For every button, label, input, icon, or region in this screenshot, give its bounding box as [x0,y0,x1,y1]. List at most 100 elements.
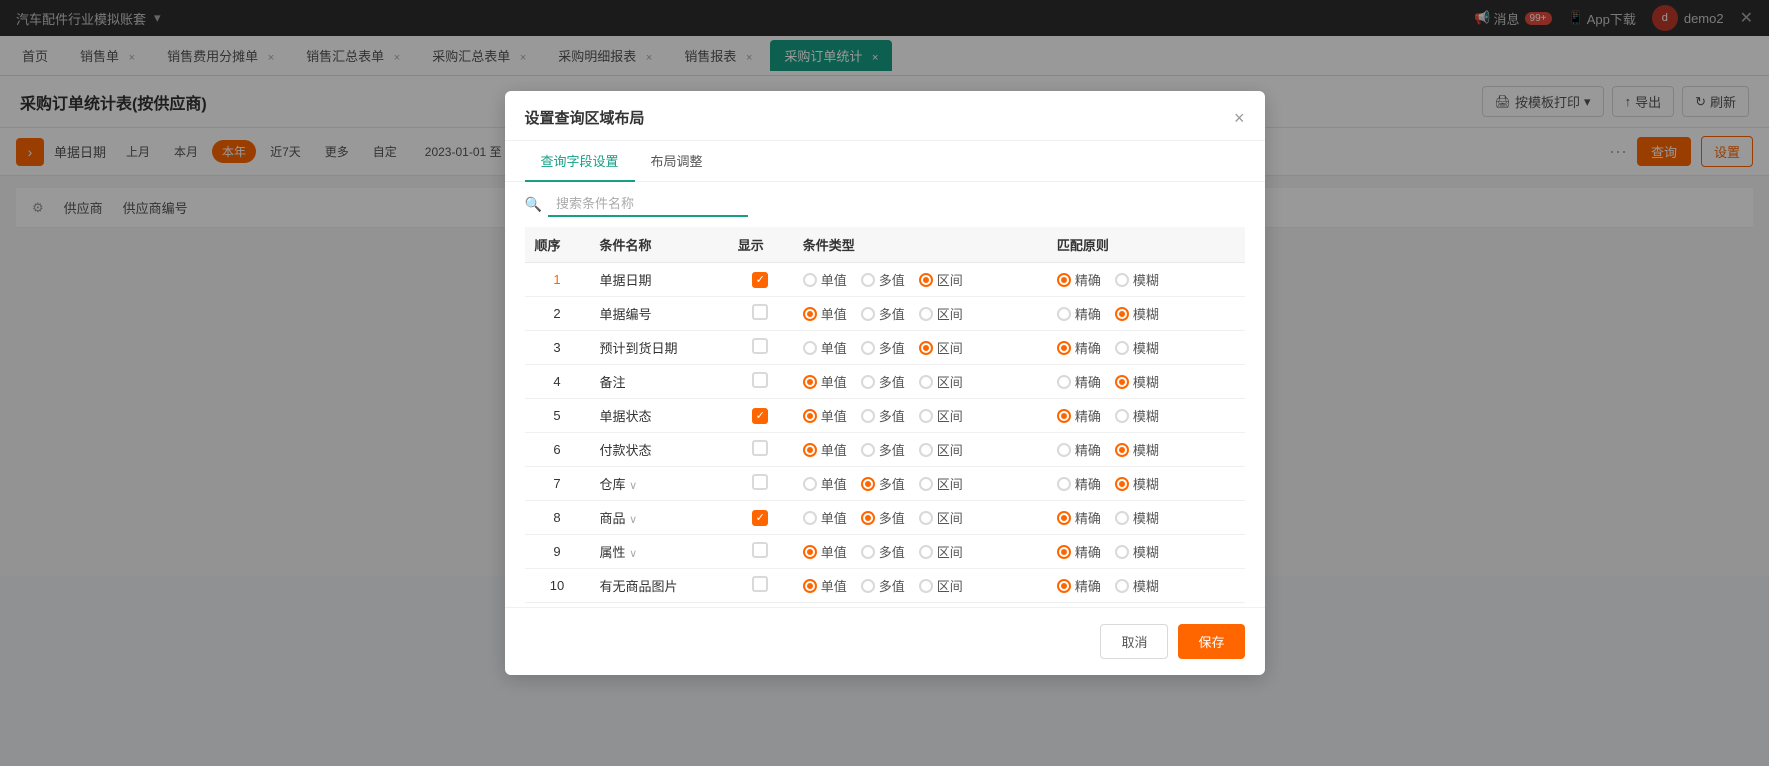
type-option-单值[interactable]: 单值 [803,406,847,425]
type-option-单值[interactable]: 单值 [803,508,847,527]
display-checkbox[interactable] [752,338,768,354]
type-option-区间[interactable]: 区间 [919,304,963,323]
cell-match[interactable]: 精确模糊 [1047,331,1245,365]
match-option-模糊[interactable]: 模糊 [1115,474,1159,493]
match-option-精确[interactable]: 精确 [1057,576,1101,595]
cell-type[interactable]: 单值多值区间 [793,399,1047,433]
type-option-单值[interactable]: 单值 [803,542,847,561]
cell-match[interactable]: 精确模糊 [1047,569,1245,603]
cell-match[interactable]: 精确模糊 [1047,399,1245,433]
cancel-button[interactable]: 取消 [1100,624,1168,659]
type-option-单值[interactable]: 单值 [803,474,847,493]
cell-match[interactable]: 精确模糊 [1047,433,1245,467]
type-option-区间[interactable]: 区间 [919,406,963,425]
type-option-多值[interactable]: 多值 [861,338,905,357]
match-option-模糊[interactable]: 模糊 [1115,508,1159,527]
cell-type[interactable]: 单值多值区间 [793,433,1047,467]
display-checkbox[interactable] [752,576,768,592]
match-option-精确[interactable]: 精确 [1057,372,1101,391]
type-option-区间[interactable]: 区间 [919,508,963,527]
cell-type[interactable]: 单值多值区间 [793,263,1047,297]
cell-type[interactable]: 单值多值区间 [793,569,1047,603]
cell-type[interactable]: 单值多值区间 [793,331,1047,365]
dialog-tab-layout-adjust[interactable]: 布局调整 [635,141,719,182]
type-option-多值[interactable]: 多值 [861,508,905,527]
match-option-精确[interactable]: 精确 [1057,304,1101,323]
match-option-模糊[interactable]: 模糊 [1115,576,1159,595]
match-option-模糊[interactable]: 模糊 [1115,304,1159,323]
cell-match[interactable]: 精确模糊 [1047,501,1245,535]
cell-type[interactable]: 单值多值区间 [793,467,1047,501]
type-option-多值[interactable]: 多值 [861,270,905,289]
type-option-多值[interactable]: 多值 [861,542,905,561]
dialog-tab-field-settings[interactable]: 查询字段设置 [525,141,635,182]
display-checkbox[interactable] [752,304,768,320]
type-option-多值[interactable]: 多值 [861,304,905,323]
type-option-单值[interactable]: 单值 [803,338,847,357]
display-checkbox[interactable] [752,474,768,490]
cell-display[interactable] [728,433,793,467]
display-checkbox[interactable] [752,408,768,424]
save-button[interactable]: 保存 [1178,624,1244,659]
cell-order: 9 [525,535,590,569]
match-option-模糊[interactable]: 模糊 [1115,542,1159,561]
cell-order: 3 [525,331,590,365]
cell-match[interactable]: 精确模糊 [1047,535,1245,569]
match-option-精确[interactable]: 精确 [1057,508,1101,527]
cell-type[interactable]: 单值多值区间 [793,535,1047,569]
type-option-单值[interactable]: 单值 [803,372,847,391]
type-option-区间[interactable]: 区间 [919,542,963,561]
match-option-精确[interactable]: 精确 [1057,270,1101,289]
match-option-精确[interactable]: 精确 [1057,406,1101,425]
cell-type[interactable]: 单值多值区间 [793,297,1047,331]
type-option-区间[interactable]: 区间 [919,372,963,391]
type-option-多值[interactable]: 多值 [861,576,905,595]
type-option-单值[interactable]: 单值 [803,304,847,323]
type-option-多值[interactable]: 多值 [861,474,905,493]
match-option-精确[interactable]: 精确 [1057,338,1101,357]
display-checkbox[interactable] [752,272,768,288]
search-input[interactable] [548,192,748,217]
cell-type[interactable]: 单值多值区间 [793,501,1047,535]
cell-display[interactable] [728,535,793,569]
type-option-区间[interactable]: 区间 [919,576,963,595]
cell-display[interactable] [728,569,793,603]
cell-display[interactable] [728,501,793,535]
type-option-单值[interactable]: 单值 [803,270,847,289]
cell-match[interactable]: 精确模糊 [1047,365,1245,399]
dialog-close-button[interactable]: × [1234,109,1245,127]
type-option-多值[interactable]: 多值 [861,406,905,425]
match-option-模糊[interactable]: 模糊 [1115,406,1159,425]
match-option-模糊[interactable]: 模糊 [1115,270,1159,289]
type-option-多值[interactable]: 多值 [861,372,905,391]
cell-display[interactable] [728,297,793,331]
type-option-区间[interactable]: 区间 [919,440,963,459]
type-option-单值[interactable]: 单值 [803,576,847,595]
match-option-模糊[interactable]: 模糊 [1115,440,1159,459]
cell-match[interactable]: 精确模糊 [1047,297,1245,331]
cell-match[interactable]: 精确模糊 [1047,467,1245,501]
cell-display[interactable] [728,365,793,399]
type-option-区间[interactable]: 区间 [919,474,963,493]
type-option-单值[interactable]: 单值 [803,440,847,459]
match-option-模糊[interactable]: 模糊 [1115,372,1159,391]
cell-type[interactable]: 单值多值区间 [793,365,1047,399]
display-checkbox[interactable] [752,510,768,526]
match-option-精确[interactable]: 精确 [1057,474,1101,493]
cell-display[interactable] [728,331,793,365]
type-option-多值[interactable]: 多值 [861,440,905,459]
type-option-区间[interactable]: 区间 [919,338,963,357]
cell-match[interactable]: 精确模糊 [1047,263,1245,297]
radio-dot [861,375,875,389]
type-option-区间[interactable]: 区间 [919,270,963,289]
match-dot [1115,307,1129,321]
cell-display[interactable] [728,263,793,297]
cell-display[interactable] [728,467,793,501]
match-option-精确[interactable]: 精确 [1057,542,1101,561]
match-option-模糊[interactable]: 模糊 [1115,338,1159,357]
display-checkbox[interactable] [752,440,768,456]
match-option-精确[interactable]: 精确 [1057,440,1101,459]
display-checkbox[interactable] [752,372,768,388]
display-checkbox[interactable] [752,542,768,558]
cell-display[interactable] [728,399,793,433]
